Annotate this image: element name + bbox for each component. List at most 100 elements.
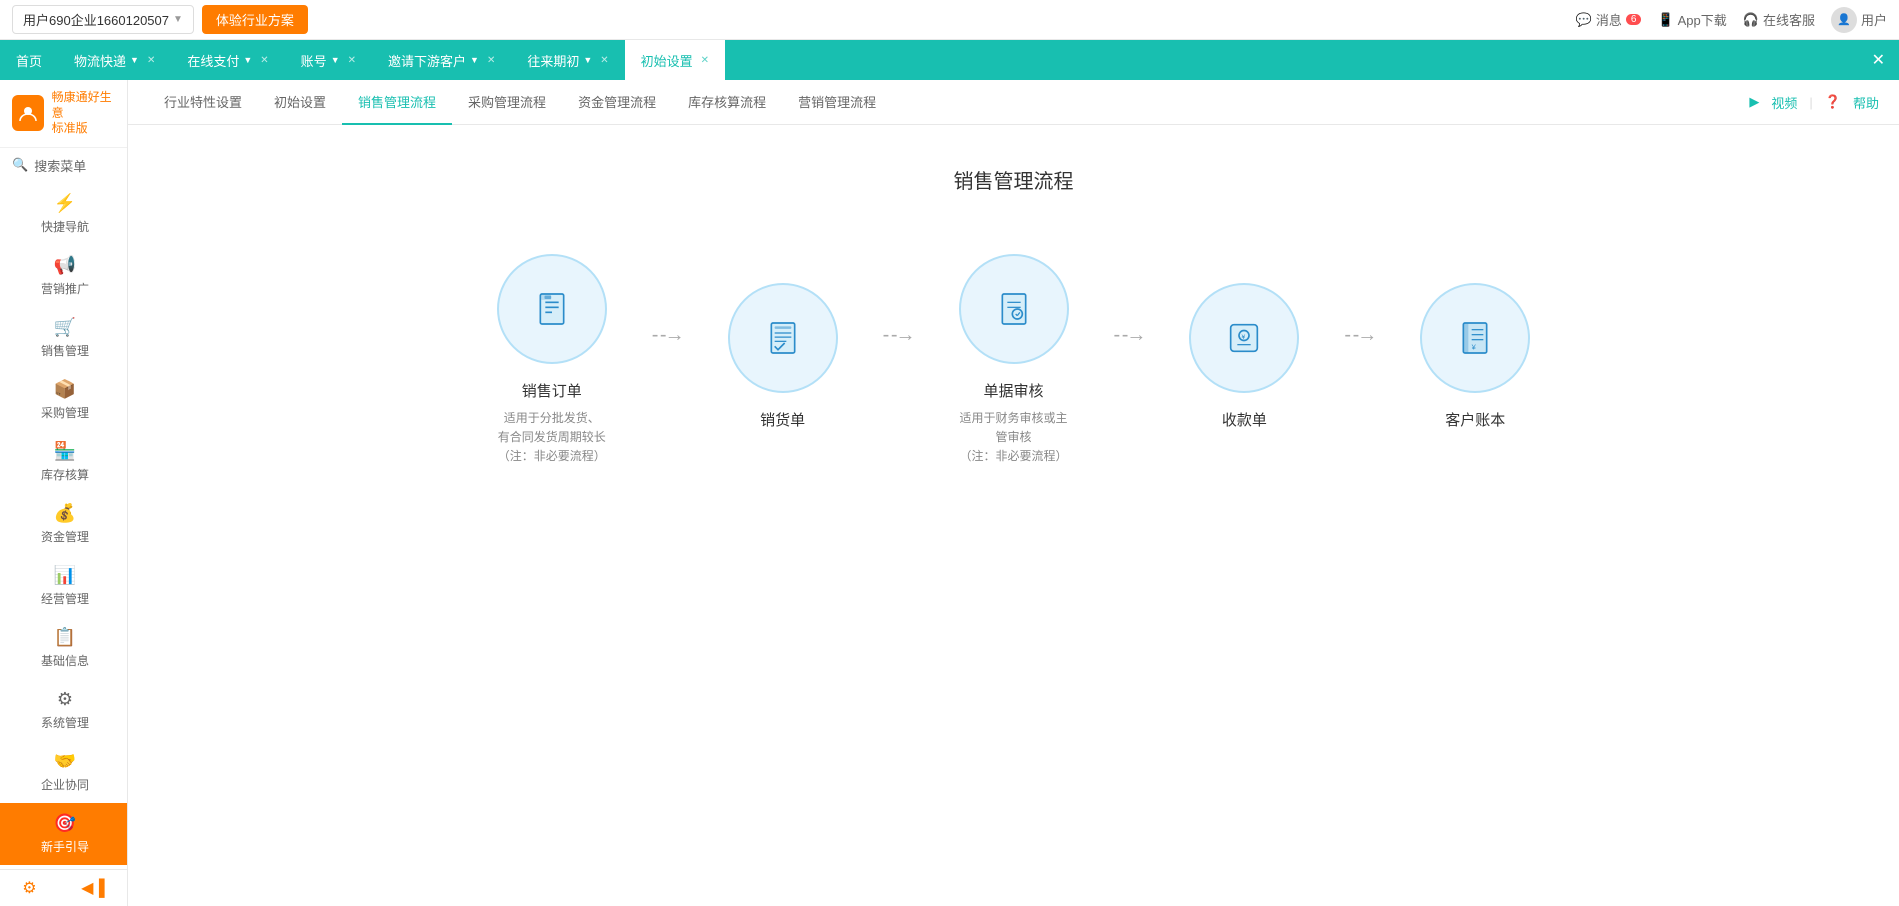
sub-tab-initial[interactable]: 初始设置 [258,80,342,125]
chevron-down-icon: ▼ [243,55,252,65]
tab-account[interactable]: 账号 ▼ ✕ [285,40,372,80]
sidebar-search-btn[interactable]: 🔍 搜索菜单 [0,148,127,183]
sales-order-icon [532,289,572,329]
sidebar-item-label: 新手引导 [41,838,89,855]
sidebar-item-label: 系统管理 [41,714,89,731]
sidebar-item-label: 快捷导航 [41,218,89,235]
flow-arrow-4: - -→ [1344,324,1375,397]
step-desc-3: 适用于财务审核或主管审核（注：非必要流程） [959,409,1067,467]
message-badge: 6 [1626,14,1642,25]
sub-tab-finance-flow[interactable]: 资金管理流程 [562,80,672,125]
audit-icon [994,289,1034,329]
sub-tab-industry[interactable]: 行业特性设置 [148,80,258,125]
tab-logistics-label: 物流快递 [74,51,126,70]
sidebar-search-label: 搜索菜单 [34,156,86,175]
tab-payment[interactable]: 在线支付 ▼ ✕ [171,40,284,80]
close-icon[interactable]: ✕ [600,55,608,66]
tab-logistics[interactable]: 物流快递 ▼ ✕ [58,40,171,80]
flow-title: 销售管理流程 [188,165,1839,194]
sidebar-item-purchase[interactable]: 📦 采购管理 [0,369,127,431]
close-icon[interactable]: ✕ [348,55,356,66]
basic-info-icon: 📋 [54,627,76,648]
flow-arrow-3: - -→ [1114,324,1145,397]
collapse-icon[interactable]: ◀▐ [81,878,105,898]
sidebar-item-enterprise[interactable]: 🤝 企业协同 [0,741,127,803]
step-name-1: 销售订单 [522,380,582,401]
sidebar-item-operations[interactable]: 📊 经营管理 [0,555,127,617]
tab-invite-label: 邀请下游客户 [388,51,466,70]
sub-tab-initial-label: 初始设置 [274,95,326,110]
tab-period-label: 往来期初 [527,51,579,70]
sub-tab-sales-flow[interactable]: 销售管理流程 [342,80,452,125]
sub-tab-finance-flow-label: 资金管理流程 [578,95,656,110]
sidebar-items: ⚡ 快捷导航 📢 营销推广 🛒 销售管理 📦 采购管理 🏪 库存核算 💰 [0,183,127,869]
divider: | [1809,95,1812,110]
sidebar: 畅康通好生意 标准版 🔍 搜索菜单 ⚡ 快捷导航 📢 营销推广 🛒 销售管理 📦 [0,80,128,906]
top-bar-right: 💬 消息 6 📱 App下载 🎧 在线客服 👤 用户 [1576,7,1887,33]
step-name-2: 销货单 [760,409,805,430]
flow-arrow-1: - -→ [652,324,683,397]
video-icon: ▶ [1749,94,1759,110]
sub-tab-inventory-flow[interactable]: 库存核算流程 [672,80,782,125]
tab-home-label: 首页 [16,51,42,70]
nav-close-all-btn[interactable]: ✕ [1858,40,1899,80]
finance-icon: 💰 [54,503,76,524]
sub-tab-marketing-flow[interactable]: 营销管理流程 [782,80,892,125]
sidebar-item-inventory[interactable]: 🏪 库存核算 [0,431,127,493]
logo-icon [12,95,44,131]
sub-tab-industry-label: 行业特性设置 [164,95,242,110]
sidebar-item-basic-info[interactable]: 📋 基础信息 [0,617,127,679]
sub-tab-purchase-flow-label: 采购管理流程 [468,95,546,110]
video-label[interactable]: 视频 [1771,93,1797,112]
sidebar-item-label: 资金管理 [41,528,89,545]
logo-line1: 畅康通好生意 [52,90,115,121]
tab-invite[interactable]: 邀请下游客户 ▼ ✕ [372,40,511,80]
download-icon: 📱 [1657,12,1673,28]
sidebar-item-system[interactable]: ⚙ 系统管理 [0,679,127,741]
sidebar-item-quick-nav[interactable]: ⚡ 快捷导航 [0,183,127,245]
sub-tab-marketing-flow-label: 营销管理流程 [798,95,876,110]
tab-home[interactable]: 首页 [0,40,58,80]
sidebar-item-sales[interactable]: 🛒 销售管理 [0,307,127,369]
quick-nav-icon: ⚡ [54,193,76,214]
sub-tabs: 行业特性设置 初始设置 销售管理流程 采购管理流程 资金管理流程 库存核算流程 … [128,80,1899,125]
message-btn[interactable]: 💬 消息 6 [1576,10,1642,29]
step-circle-5: ¥ [1420,283,1530,393]
tab-period[interactable]: 往来期初 ▼ ✕ [511,40,624,80]
close-icon[interactable]: ✕ [147,55,155,66]
settings-icon[interactable]: ⚙ [22,878,36,898]
step-circle-2 [728,283,838,393]
tab-payment-label: 在线支付 [187,51,239,70]
sidebar-item-guide[interactable]: 🎯 新手引导 [0,803,127,865]
experience-btn[interactable]: 体验行业方案 [202,5,308,34]
user-selector-text: 用户690企业1660120507 [23,10,169,29]
flow-container: 销售管理流程 销售订单 适用于分 [128,125,1899,507]
flow-step-sales-invoice: 销货单 [693,283,873,438]
enterprise-icon: 🤝 [54,751,76,772]
user-selector[interactable]: 用户690企业1660120507 ▼ [12,5,194,34]
message-icon: 💬 [1576,12,1592,28]
user-avatar-area[interactable]: 👤 用户 [1831,7,1887,33]
help-label[interactable]: 帮助 [1853,93,1879,112]
online-service-label: 在线客服 [1763,10,1815,29]
sidebar-logo: 畅康通好生意 标准版 [0,80,127,148]
sidebar-item-marketing[interactable]: 📢 营销推广 [0,245,127,307]
sub-tab-purchase-flow[interactable]: 采购管理流程 [452,80,562,125]
flow-step-sales-order: 销售订单 适用于分批发货、有合同发货周期较长（注：非必要流程） [462,254,642,467]
online-service-btn[interactable]: 🎧 在线客服 [1743,10,1815,29]
chevron-down-icon: ▼ [583,55,592,65]
step-name-3: 单据审核 [983,380,1043,401]
sidebar-item-finance[interactable]: 💰 资金管理 [0,493,127,555]
close-icon[interactable]: ✕ [260,55,268,66]
flow-step-audit: 单据审核 适用于财务审核或主管审核（注：非必要流程） [924,254,1104,467]
close-icon[interactable]: ✕ [487,55,495,66]
sub-tab-inventory-flow-label: 库存核算流程 [688,95,766,110]
flow-step-receipt: ¥ 收款单 [1154,283,1334,438]
tab-initial-setup[interactable]: 初始设置 ✕ [625,40,725,80]
sub-tab-sales-flow-label: 销售管理流程 [358,95,436,110]
step-desc-1: 适用于分批发货、有合同发货周期较长（注：非必要流程） [498,409,606,467]
app-download-btn[interactable]: 📱 App下载 [1657,10,1726,29]
app-download-label: App下载 [1678,10,1727,29]
close-icon[interactable]: ✕ [701,55,709,66]
inventory-icon: 🏪 [54,441,76,462]
